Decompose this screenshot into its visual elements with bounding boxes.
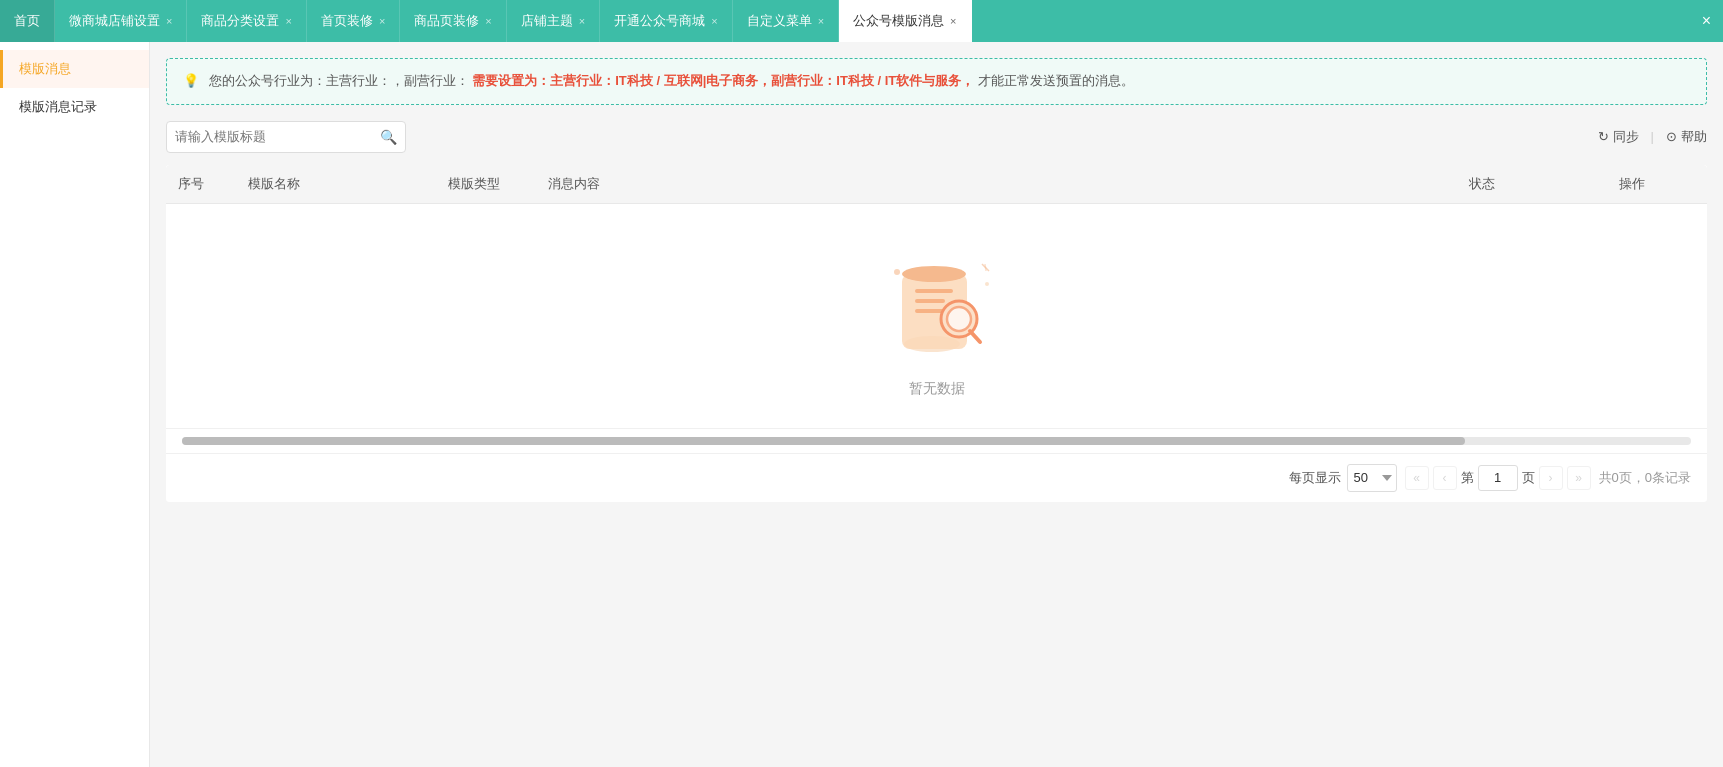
nav-weshop-settings[interactable]: 微商城店铺设置 × <box>55 0 187 42</box>
top-nav: 首页 微商城店铺设置 × 商品分类设置 × 首页装修 × 商品页装修 × 店铺主… <box>0 0 1723 42</box>
svg-point-9 <box>894 269 900 275</box>
close-product-decor[interactable]: × <box>485 15 491 27</box>
nav-home-decor[interactable]: 首页装修 × <box>307 0 400 42</box>
search-input-wrap: 🔍 <box>166 121 406 153</box>
col-type: 模版类型 <box>436 165 536 204</box>
pagination: 每页显示 10 20 50 100 « ‹ 第 页 › » <box>166 453 1707 502</box>
lightbulb-icon: 💡 <box>183 73 199 88</box>
nav-template-msg[interactable]: 公众号模版消息 × <box>839 0 971 42</box>
page-input[interactable] <box>1478 465 1518 491</box>
scrollbar-track[interactable] <box>182 437 1691 445</box>
nav-shop-theme[interactable]: 店铺主题 × <box>507 0 600 42</box>
close-template-msg[interactable]: × <box>950 15 956 27</box>
sidebar: 模版消息 模版消息记录 <box>0 42 150 767</box>
empty-illustration <box>877 244 997 364</box>
svg-point-2 <box>902 266 966 282</box>
svg-line-12 <box>985 264 986 271</box>
empty-text: 暂无数据 <box>909 380 965 398</box>
table-wrapper: 序号 模版名称 模版类型 消息内容 状态 操作 <box>166 165 1707 502</box>
help-icon: ⊙ <box>1666 129 1677 144</box>
col-name: 模版名称 <box>236 165 436 204</box>
scrollbar-area <box>166 428 1707 453</box>
divider: | <box>1651 129 1654 144</box>
nav-product-decor[interactable]: 商品页装修 × <box>400 0 506 42</box>
search-icon[interactable]: 🔍 <box>380 129 397 145</box>
nav-category-settings[interactable]: 商品分类设置 × <box>187 0 306 42</box>
per-page-select: 每页显示 10 20 50 100 <box>1289 464 1397 492</box>
global-close-button[interactable]: × <box>1702 12 1711 30</box>
page-nav: « ‹ 第 页 › » <box>1405 465 1591 491</box>
nav-open-shop[interactable]: 开通公众号商城 × <box>600 0 732 42</box>
close-category-settings[interactable]: × <box>285 15 291 27</box>
close-shop-theme[interactable]: × <box>579 15 585 27</box>
prev-page-button[interactable]: ‹ <box>1433 466 1457 490</box>
main-layout: 模版消息 模版消息记录 💡 您的公众号行业为：主营行业：，副营行业： 需要设置为… <box>0 42 1723 767</box>
col-status: 状态 <box>1457 165 1607 204</box>
total-info: 共0页，0条记录 <box>1599 469 1691 487</box>
svg-point-7 <box>947 307 971 331</box>
first-page-button[interactable]: « <box>1405 466 1429 490</box>
search-bar: 🔍 ↻ 同步 | ⊙ 帮助 <box>166 121 1707 153</box>
notice-banner: 💡 您的公众号行业为：主营行业：，副营行业： 需要设置为：主营行业：IT科技 /… <box>166 58 1707 105</box>
col-content: 消息内容 <box>536 165 1457 204</box>
svg-rect-4 <box>915 299 945 303</box>
search-actions: ↻ 同步 | ⊙ 帮助 <box>1598 128 1707 146</box>
nav-home[interactable]: 首页 <box>0 0 55 42</box>
scrollbar-thumb[interactable] <box>182 437 1465 445</box>
sync-button[interactable]: ↻ 同步 <box>1598 128 1639 146</box>
empty-state-row: 暂无数据 <box>166 203 1707 428</box>
col-index: 序号 <box>166 165 236 204</box>
sidebar-item-template-msg[interactable]: 模版消息 <box>0 50 149 88</box>
close-custom-menu[interactable]: × <box>818 15 824 27</box>
next-page-button[interactable]: › <box>1539 466 1563 490</box>
sync-icon: ↻ <box>1598 129 1609 144</box>
svg-point-10 <box>985 282 989 286</box>
empty-state: 暂无数据 <box>166 204 1707 428</box>
search-input[interactable] <box>175 129 380 144</box>
help-button[interactable]: ⊙ 帮助 <box>1666 128 1707 146</box>
col-action: 操作 <box>1607 165 1707 204</box>
data-table: 序号 模版名称 模版类型 消息内容 状态 操作 <box>166 165 1707 428</box>
nav-custom-menu[interactable]: 自定义菜单 × <box>733 0 839 42</box>
svg-line-8 <box>970 331 980 342</box>
sidebar-item-template-record[interactable]: 模版消息记录 <box>0 88 149 126</box>
table-header-row: 序号 模版名称 模版类型 消息内容 状态 操作 <box>166 165 1707 204</box>
per-page-dropdown[interactable]: 10 20 50 100 <box>1347 464 1397 492</box>
svg-rect-3 <box>915 289 953 293</box>
main-content: 💡 您的公众号行业为：主营行业：，副营行业： 需要设置为：主营行业：IT科技 /… <box>150 42 1723 767</box>
close-open-shop[interactable]: × <box>711 15 717 27</box>
last-page-button[interactable]: » <box>1567 466 1591 490</box>
close-weshop-settings[interactable]: × <box>166 15 172 27</box>
close-home-decor[interactable]: × <box>379 15 385 27</box>
